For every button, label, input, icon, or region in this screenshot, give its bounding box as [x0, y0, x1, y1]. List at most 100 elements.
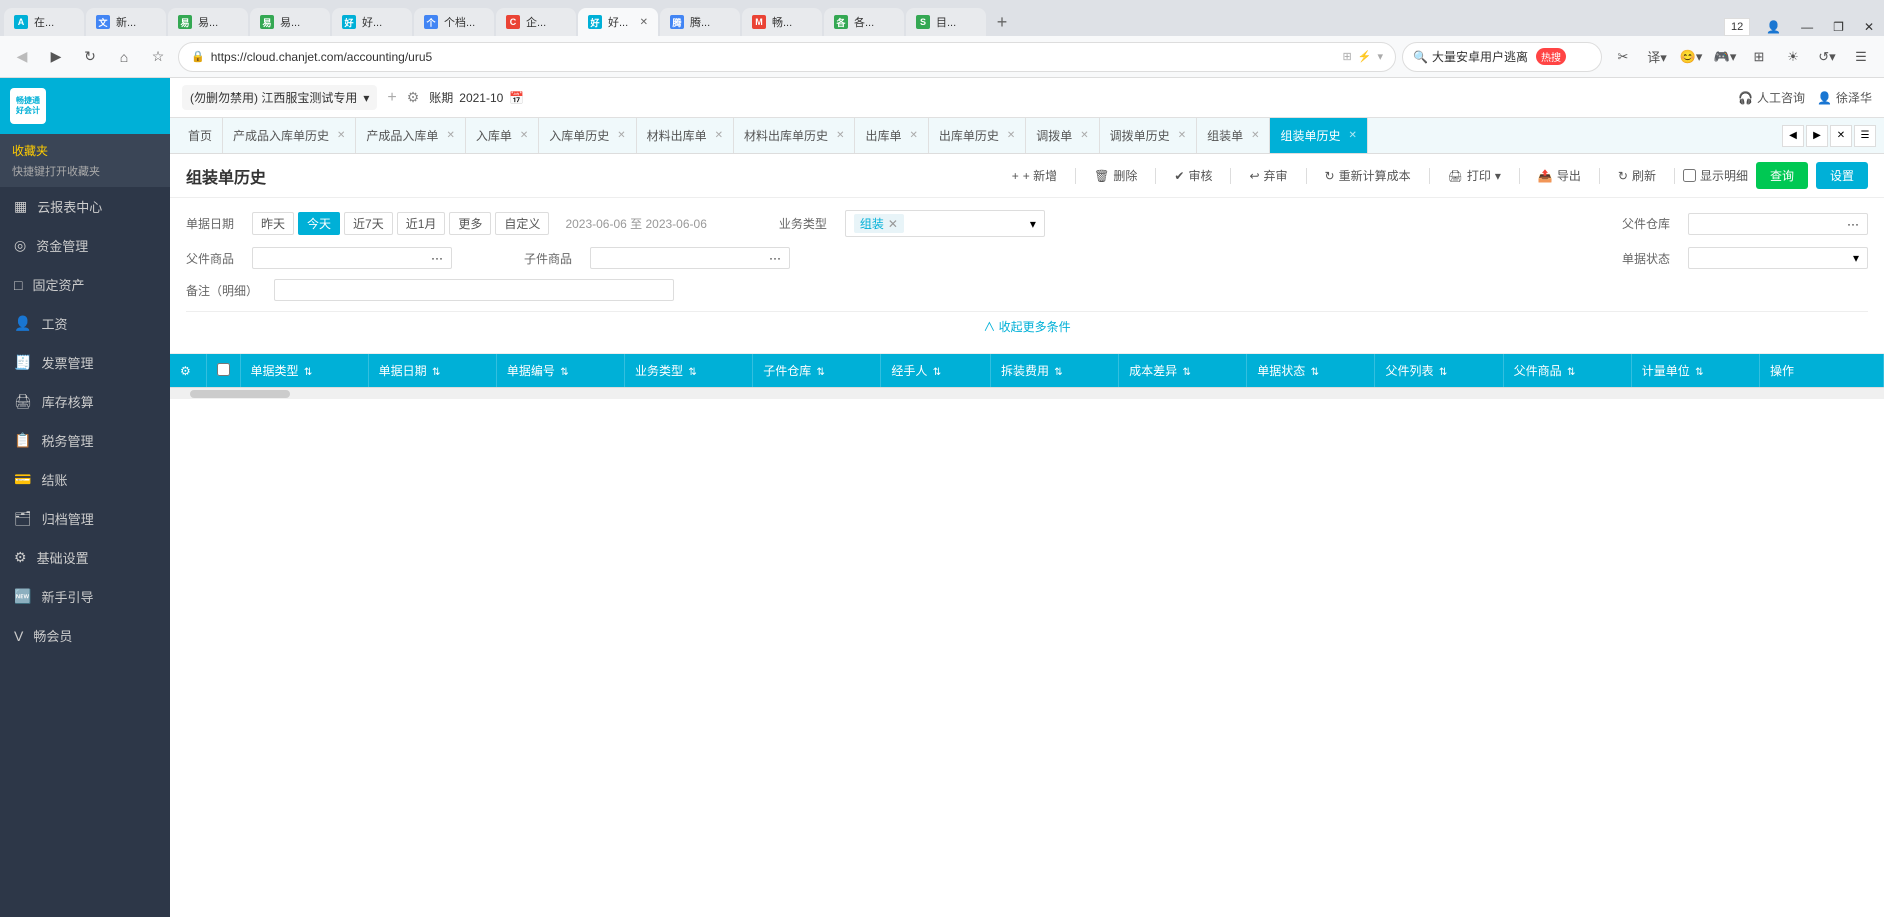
- sidebar-item-guide[interactable]: 🆕 新手引导: [0, 577, 170, 616]
- query-button[interactable]: 查询: [1756, 162, 1808, 189]
- browser-tab-6[interactable]: 个 个档...: [414, 8, 494, 36]
- nav-tab-produce-in-history[interactable]: 产成品入库单历史 ✕: [223, 118, 356, 153]
- nav-tab-assemble[interactable]: 组装单 ✕: [1197, 118, 1270, 153]
- close-out-history[interactable]: ✕: [1007, 130, 1015, 141]
- sort-number-icon[interactable]: ⇅: [560, 367, 568, 378]
- sort-status-icon[interactable]: ⇅: [1311, 367, 1319, 378]
- th-settings[interactable]: ⚙: [170, 354, 206, 387]
- dropdown-icon[interactable]: ▾: [1377, 50, 1383, 63]
- sidebar-item-funds[interactable]: ◎ 资金管理: [0, 226, 170, 265]
- sort-cost-icon[interactable]: ⇅: [1054, 367, 1062, 378]
- refresh-button[interactable]: ↻ 刷新: [1608, 162, 1666, 189]
- date-btn-today[interactable]: 今天: [298, 212, 340, 235]
- sidebar-item-reports[interactable]: ▦ 云报表中心: [0, 187, 170, 226]
- undo-icon[interactable]: ↺▾: [1812, 42, 1842, 72]
- profile-icon[interactable]: 👤: [1760, 18, 1787, 36]
- business-type-select[interactable]: 组装 ✕ ▾: [845, 210, 1045, 237]
- date-btn-custom[interactable]: 自定义: [495, 212, 549, 235]
- nav-tab-material-out-history[interactable]: 材料出库单历史 ✕: [734, 118, 855, 153]
- close-in-order[interactable]: ✕: [520, 130, 528, 141]
- close-adjust-history[interactable]: ✕: [1178, 130, 1186, 141]
- th-disassemble-cost[interactable]: 拆装费用 ⇅: [990, 354, 1118, 387]
- emoji-icon[interactable]: 😊▾: [1676, 42, 1706, 72]
- home-button[interactable]: ⌂: [110, 43, 138, 71]
- th-number[interactable]: 单据编号 ⇅: [496, 354, 624, 387]
- sort-diff-icon[interactable]: ⇅: [1182, 367, 1190, 378]
- nav-tab-assemble-history[interactable]: 组装单历史 ✕: [1270, 118, 1367, 153]
- th-checkbox[interactable]: [206, 354, 240, 387]
- browser-tab-12[interactable]: S 目...: [906, 8, 986, 36]
- browser-tab-2[interactable]: 文 新...: [86, 8, 166, 36]
- grid-icon[interactable]: ⊞: [1744, 42, 1774, 72]
- sidebar-bookmark[interactable]: 收藏夹 快捷键打开收藏夹: [0, 134, 170, 187]
- th-status[interactable]: 单据状态 ⇅: [1247, 354, 1375, 387]
- minimize-button[interactable]: —: [1795, 18, 1819, 36]
- address-bar[interactable]: 🔒 https://cloud.chanjet.com/accounting/u…: [178, 42, 1396, 72]
- date-btn-7days[interactable]: 近7天: [344, 212, 393, 235]
- date-btn-more[interactable]: 更多: [449, 212, 491, 235]
- notes-input[interactable]: [274, 279, 674, 301]
- sidebar-item-settings[interactable]: ⚙ 基础设置: [0, 538, 170, 577]
- settings-gear-button[interactable]: ⚙: [407, 89, 420, 106]
- nav-tab-produce-in[interactable]: 产成品入库单 ✕: [356, 118, 465, 153]
- nav-tab-home[interactable]: 首页: [178, 118, 223, 153]
- close-produce-in-history[interactable]: ✕: [337, 130, 345, 141]
- sidebar-item-member[interactable]: V 畅会员: [0, 616, 170, 655]
- sort-parent-list-icon[interactable]: ⇅: [1439, 367, 1447, 378]
- new-button[interactable]: + + 新增: [1002, 162, 1067, 189]
- user-profile[interactable]: 👤 徐泽华: [1817, 89, 1872, 106]
- nav-tab-adjust[interactable]: 调拨单 ✕: [1026, 118, 1099, 153]
- menu-icon[interactable]: ☰: [1846, 42, 1876, 72]
- date-btn-yesterday[interactable]: 昨天: [252, 212, 294, 235]
- recalc-button[interactable]: ↻ 重新计算成本: [1315, 162, 1421, 189]
- scrollbar-thumb[interactable]: [190, 390, 290, 398]
- search-bar[interactable]: 🔍 大量安卓用户逃离 热搜: [1402, 42, 1602, 72]
- sort-unit-icon[interactable]: ⇅: [1695, 367, 1703, 378]
- sidebar-item-payroll[interactable]: 👤 工资: [0, 304, 170, 343]
- nav-tab-in-order[interactable]: 入库单 ✕: [466, 118, 539, 153]
- game-icon[interactable]: 🎮▾: [1710, 42, 1740, 72]
- browser-tab-4[interactable]: 易 易...: [250, 8, 330, 36]
- audit-button[interactable]: ✔ 审核: [1164, 162, 1222, 189]
- settings-button[interactable]: 设置: [1816, 162, 1868, 189]
- show-detail-checkbox-label[interactable]: 显示明细: [1683, 167, 1748, 184]
- order-status-select[interactable]: ▾: [1688, 247, 1868, 269]
- collapse-bar[interactable]: ∧ 收起更多条件: [186, 311, 1868, 341]
- close-adjust[interactable]: ✕: [1080, 130, 1088, 141]
- nav-tab-out-history[interactable]: 出库单历史 ✕: [929, 118, 1026, 153]
- add-company-button[interactable]: +: [387, 89, 396, 107]
- calendar-icon[interactable]: 📅: [509, 91, 524, 105]
- browser-tab-10[interactable]: M 畅...: [742, 8, 822, 36]
- print-button[interactable]: 🖨 打印 ▾: [1438, 162, 1511, 189]
- consult-button[interactable]: 🎧 人工咨询: [1738, 89, 1805, 106]
- nav-tab-adjust-history[interactable]: 调拨单历史 ✕: [1100, 118, 1197, 153]
- show-detail-checkbox[interactable]: [1683, 169, 1696, 182]
- browser-tab-3[interactable]: 易 易...: [168, 8, 248, 36]
- back-button[interactable]: ◀: [8, 43, 36, 71]
- parent-goods-dots[interactable]: ···: [431, 251, 443, 265]
- date-btn-1month[interactable]: 近1月: [397, 212, 446, 235]
- nav-prev-button[interactable]: ◀: [1782, 125, 1804, 147]
- tab-menu-button[interactable]: ☰: [1854, 125, 1876, 147]
- scissors-icon[interactable]: ✂: [1608, 42, 1638, 72]
- close-in-history[interactable]: ✕: [617, 130, 625, 141]
- sidebar-item-invoice[interactable]: 🧾 发票管理: [0, 343, 170, 382]
- add-tab-button[interactable]: +: [988, 8, 1016, 36]
- child-goods-select[interactable]: ···: [590, 247, 790, 269]
- th-handler[interactable]: 经手人 ⇅: [881, 354, 991, 387]
- business-type-dropdown[interactable]: ▾: [1030, 217, 1036, 231]
- close-tab-button[interactable]: ✕: [1830, 125, 1852, 147]
- maximize-button[interactable]: ❐: [1827, 18, 1850, 36]
- sort-warehouse-icon[interactable]: ⇅: [817, 367, 825, 378]
- reload-button[interactable]: ↻: [76, 43, 104, 71]
- th-unit[interactable]: 计量单位 ⇅: [1631, 354, 1759, 387]
- close-material-out-history[interactable]: ✕: [836, 130, 844, 141]
- th-parent-list[interactable]: 父件列表 ⇅: [1375, 354, 1503, 387]
- browser-tab-5[interactable]: 好 好...: [332, 8, 412, 36]
- close-assemble-history[interactable]: ✕: [1349, 130, 1357, 141]
- horizontal-scrollbar[interactable]: [170, 387, 1884, 399]
- browser-tab-9[interactable]: 腾 腾...: [660, 8, 740, 36]
- browser-tab-8[interactable]: 好 好... ✕: [578, 8, 658, 36]
- nav-tab-in-history[interactable]: 入库单历史 ✕: [539, 118, 636, 153]
- sort-biz-icon[interactable]: ⇅: [688, 367, 696, 378]
